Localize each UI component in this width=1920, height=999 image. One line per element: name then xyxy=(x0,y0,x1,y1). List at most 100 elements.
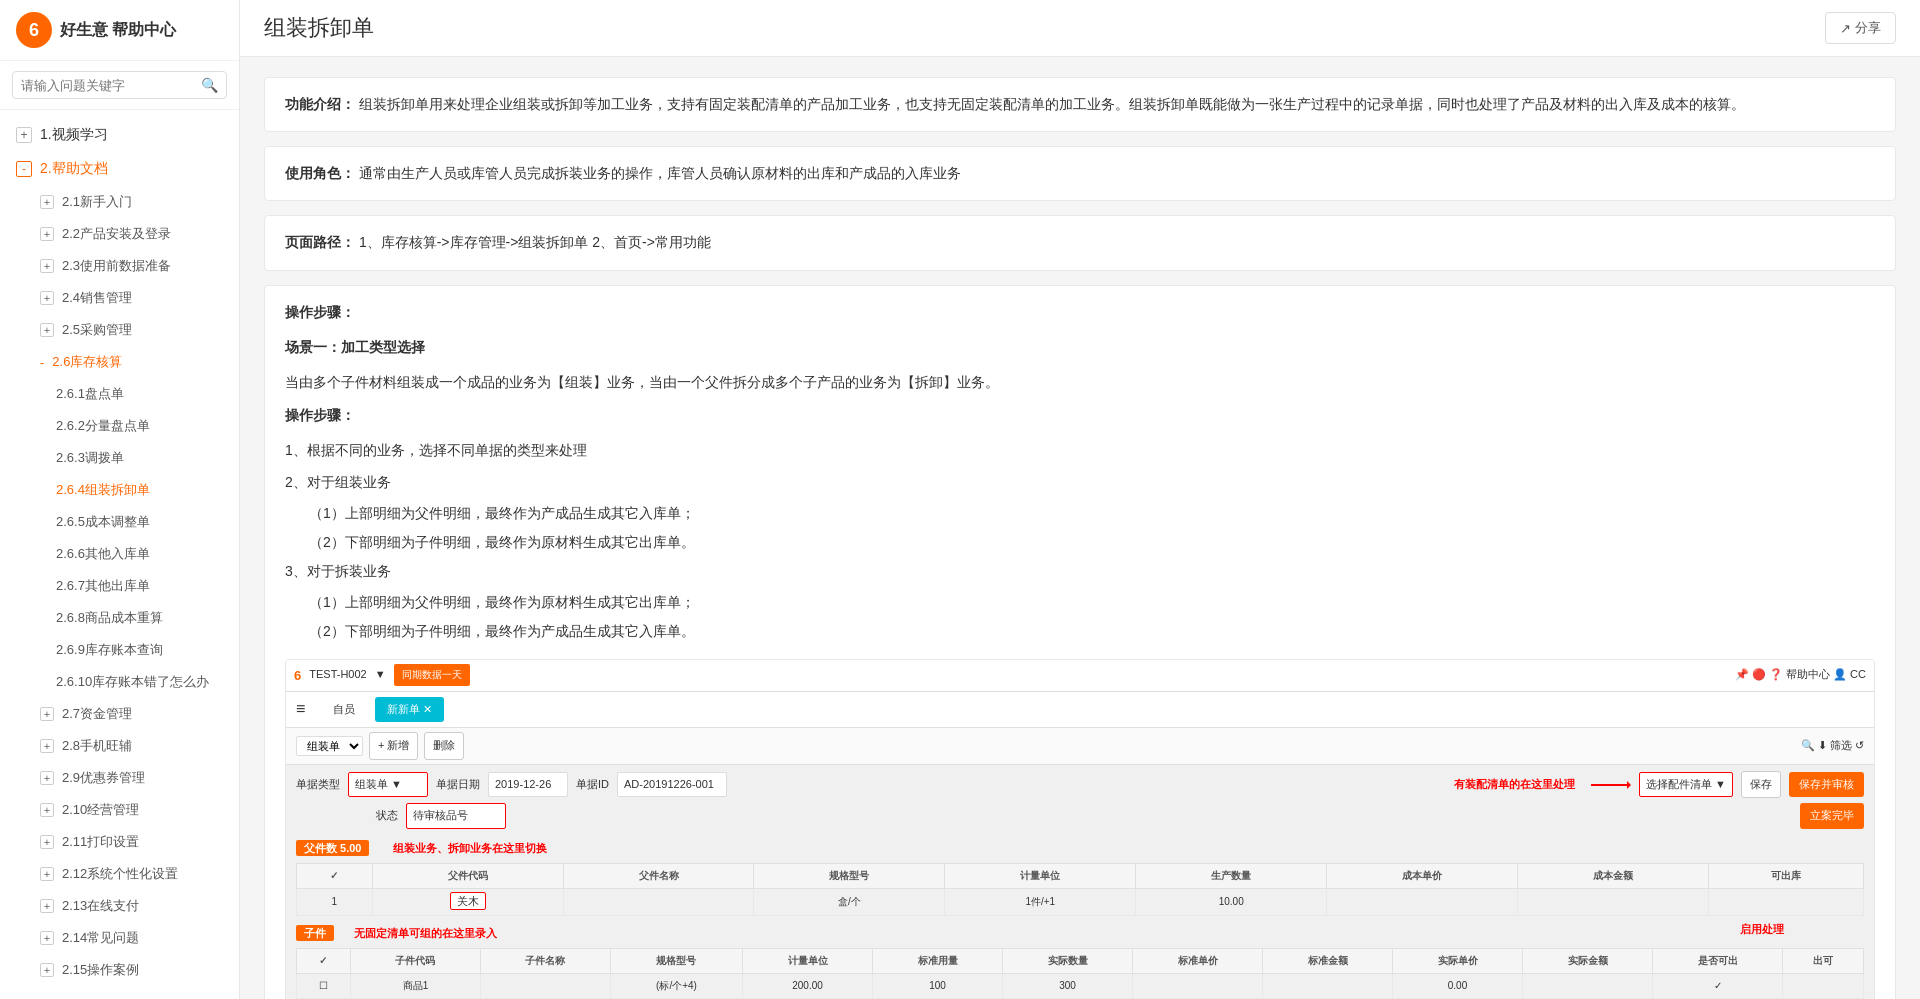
mock-status-value: 待审核品号 xyxy=(406,803,506,829)
sidebar-item-2-6-7[interactable]: 2.6.7其他出库单 xyxy=(0,570,239,602)
mock-lth-actprice: 实际单价 xyxy=(1393,949,1523,974)
mock-del-btn[interactable]: 删除 xyxy=(424,732,464,760)
sidebar-label-2-11: 2.11打印设置 xyxy=(62,833,139,851)
mock-upper-label: 父件数 5.00 xyxy=(296,840,369,856)
mock-lth-spec: 规格型号 xyxy=(610,949,742,974)
sidebar-label-2-1: 2.1新手入门 xyxy=(62,193,132,211)
sidebar-label-2-3: 2.3使用前数据准备 xyxy=(62,257,171,275)
sidebar-item-2-7[interactable]: + 2.7资金管理 xyxy=(0,698,239,730)
sidebar-item-video[interactable]: + 1.视频学习 xyxy=(0,118,239,152)
sub-expand-icon: + xyxy=(40,963,54,977)
mock-tab-active[interactable]: 新新单 ✕ xyxy=(375,697,444,723)
mock-choose-btn[interactable]: 选择配件清单 ▼ xyxy=(1639,772,1733,798)
expand-icon: + xyxy=(16,127,32,143)
step3-sub1: （1）上部明细为父件明细，最终作为原材料生成其它出库单； xyxy=(285,590,1875,615)
sub-expand-icon: + xyxy=(40,739,54,753)
sidebar-label-2-6-6: 2.6.6其他入库单 xyxy=(56,545,150,563)
search-area: 🔍 xyxy=(0,61,239,110)
path-box: 页面路径： 1、库存核算->库存管理->组装拆卸单 2、首页->常用功能 xyxy=(264,215,1896,270)
role-label: 使用角色： xyxy=(285,165,355,181)
sidebar-item-2-10[interactable]: + 2.10经营管理 xyxy=(0,794,239,826)
share-icon: ↗ xyxy=(1840,21,1851,36)
mock-th-costamt: 成本金额 xyxy=(1518,864,1709,889)
sub-expand-icon: + xyxy=(40,707,54,721)
sidebar-label-2-6-2: 2.6.2分量盘点单 xyxy=(56,417,150,435)
screenshot-container: 6 TEST-H002 ▼ 同期数据一天 📌 🔴 ❓ 帮助中心 👤 CC ≡ 自… xyxy=(285,659,1875,999)
svg-marker-1 xyxy=(1627,781,1631,789)
sidebar-item-2-6-5[interactable]: 2.6.5成本调整单 xyxy=(0,506,239,538)
mock-status-label: 状态 xyxy=(376,806,398,826)
search-input[interactable] xyxy=(21,78,201,93)
sidebar-item-2-1[interactable]: + 2.1新手入门 xyxy=(0,186,239,218)
mock-th-spec: 规格型号 xyxy=(754,864,945,889)
nav-sub-docs: + 2.1新手入门 + 2.2产品安装及登录 + 2.3使用前数据准备 + 2.… xyxy=(0,186,239,986)
sidebar-item-2-4[interactable]: + 2.4销售管理 xyxy=(0,282,239,314)
mock-upper-table: ✓ 父件代码 父件名称 规格型号 计量单位 生产数量 成本单价 成本金额 可出库 xyxy=(296,863,1864,916)
page-title: 组装拆卸单 xyxy=(264,13,374,43)
mock-th-check: ✓ xyxy=(297,864,373,889)
mock-lower-table: ✓ 子件代码 子件名称 规格型号 计量单位 标准用量 实际数量 标准单价 标准金 xyxy=(296,948,1864,999)
search-icon[interactable]: 🔍 xyxy=(201,77,218,93)
sub-expand-icon: + xyxy=(40,259,54,273)
sidebar-label-2-5: 2.5采购管理 xyxy=(62,321,132,339)
mock-top-icons: 📌 🔴 ❓ 帮助中心 👤 CC xyxy=(1735,665,1866,685)
sidebar-item-2-13[interactable]: + 2.13在线支付 xyxy=(0,890,239,922)
sidebar-label-2-15: 2.15操作案例 xyxy=(62,961,139,979)
sidebar-item-2-11[interactable]: + 2.11打印设置 xyxy=(0,826,239,858)
mock-add-btn[interactable]: + 新增 xyxy=(369,732,418,760)
mock-date-value[interactable]: 2019-12-26 xyxy=(488,772,568,798)
mock-tab-home[interactable]: 自员 xyxy=(323,697,365,723)
sub-expand-icon: + xyxy=(40,867,54,881)
mock-type-select[interactable]: 组装单 拆卸单 xyxy=(296,736,363,756)
sidebar-item-2-6-8[interactable]: 2.6.8商品成本重算 xyxy=(0,602,239,634)
mock-lower-row-1: ☐ 商品1 (标/个+4) 200.00 100 300 xyxy=(297,974,1864,999)
mock-confirm-btn[interactable]: 立案完毕 xyxy=(1800,803,1864,829)
mock-right-icons: 🔍 ⬇ 筛选 ↺ xyxy=(1801,736,1864,756)
sidebar-item-2-6-10[interactable]: 2.6.10库存账本错了怎么办 xyxy=(0,666,239,698)
share-button[interactable]: ↗ 分享 xyxy=(1825,12,1896,44)
sidebar-item-2-9[interactable]: + 2.9优惠券管理 xyxy=(0,762,239,794)
step2-sub1: （1）上部明细为父件明细，最终作为产成品生成其它入库单； xyxy=(285,501,1875,526)
sidebar-item-2-6-2[interactable]: 2.6.2分量盘点单 xyxy=(0,410,239,442)
mock-nav-tabs: ≡ 自员 新新单 ✕ xyxy=(286,692,1874,728)
mock-sidebar-icons: ≡ xyxy=(296,695,305,724)
sidebar-item-2-3[interactable]: + 2.3使用前数据准备 xyxy=(0,250,239,282)
sidebar-item-docs[interactable]: - 2.帮助文档 xyxy=(0,152,239,186)
sidebar-item-2-6-4[interactable]: 2.6.4组装拆卸单 xyxy=(0,474,239,506)
sidebar-item-2-14[interactable]: + 2.14常见问题 xyxy=(0,922,239,954)
sidebar-label-2-2: 2.2产品安装及登录 xyxy=(62,225,171,243)
mock-audit-btn[interactable]: 保存并审核 xyxy=(1789,772,1864,798)
sidebar-item-2-8[interactable]: + 2.8手机旺辅 xyxy=(0,730,239,762)
mock-th-canout: 可出库 xyxy=(1708,864,1863,889)
mock-th-pcode: 父件代码 xyxy=(372,864,563,889)
sidebar-item-2-12[interactable]: + 2.12系统个性化设置 xyxy=(0,858,239,890)
sub-expand-icon: + xyxy=(40,323,54,337)
sidebar-item-2-6[interactable]: - 2.6库存核算 xyxy=(0,346,239,378)
mock-annotation1: 组装业务、拆卸业务在这里切换 xyxy=(393,842,547,854)
mock-lth-actamt: 实际金额 xyxy=(1523,949,1653,974)
mock-save-btn[interactable]: 保存 xyxy=(1741,771,1781,799)
sidebar-label-2-6-4: 2.6.4组装拆卸单 xyxy=(56,481,150,499)
mock-form-section: 单据类型 组装单 ▼ 单据日期 2019-12-26 单据ID AD-20191… xyxy=(286,765,1874,999)
sidebar-label-2-12: 2.12系统个性化设置 xyxy=(62,865,178,883)
sidebar-item-2-5[interactable]: + 2.5采购管理 xyxy=(0,314,239,346)
sidebar-item-2-15[interactable]: + 2.15操作案例 xyxy=(0,954,239,986)
search-box[interactable]: 🔍 xyxy=(12,71,227,99)
sidebar-item-2-6-6[interactable]: 2.6.6其他入库单 xyxy=(0,538,239,570)
mock-lower-section-header: 子件 无固定清单可组的在这里录入 启用处理 xyxy=(296,920,1864,945)
mock-type-value[interactable]: 组装单 ▼ xyxy=(348,772,428,798)
steps-heading: 操作步骤： xyxy=(285,403,1875,428)
sidebar-item-2-6-3[interactable]: 2.6.3调拨单 xyxy=(0,442,239,474)
sidebar-item-2-6-1[interactable]: 2.6.1盘点单 xyxy=(0,378,239,410)
mock-company: TEST-H002 xyxy=(309,665,366,685)
mock-logo: 6 xyxy=(294,664,301,687)
sidebar-label-2-14: 2.14常见问题 xyxy=(62,929,139,947)
sidebar-label-2-6-8: 2.6.8商品成本重算 xyxy=(56,609,163,627)
sidebar-item-2-2[interactable]: + 2.2产品安装及登录 xyxy=(0,218,239,250)
main-content: 组装拆卸单 ↗ 分享 功能介绍： 组装拆卸单用来处理企业组装或拆卸等加工业务，支… xyxy=(240,0,1920,999)
mock-home-icon[interactable]: ≡ xyxy=(296,695,305,724)
sidebar-item-2-6-9[interactable]: 2.6.9库存账本查询 xyxy=(0,634,239,666)
mock-lth-out: 出可 xyxy=(1783,949,1864,974)
sub-collapse-icon: - xyxy=(40,355,44,370)
logo-icon: 6 xyxy=(16,12,52,48)
